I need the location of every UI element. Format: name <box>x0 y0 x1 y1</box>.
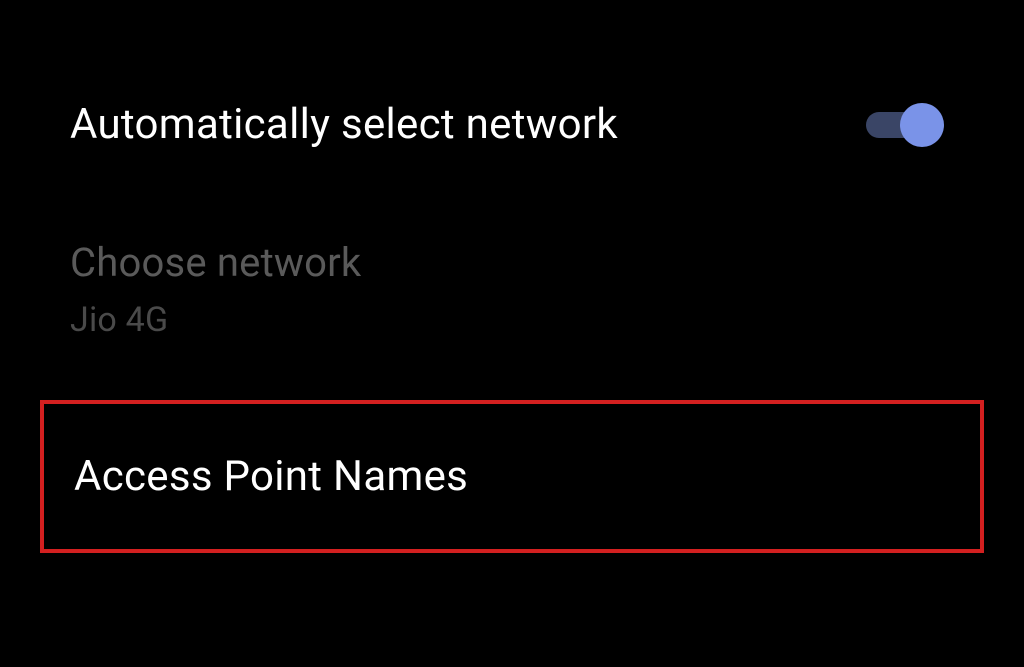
auto-select-network-toggle[interactable] <box>866 105 944 145</box>
network-settings-container: Automatically select network Choose netw… <box>0 0 1024 553</box>
choose-network-label: Choose network <box>70 239 1024 286</box>
access-point-names-row[interactable]: Access Point Names <box>40 400 984 553</box>
auto-select-network-label: Automatically select network <box>70 100 618 149</box>
auto-select-network-row[interactable]: Automatically select network <box>0 0 1024 209</box>
choose-network-value: Jio 4G <box>70 300 1024 340</box>
access-point-names-label: Access Point Names <box>74 452 468 501</box>
choose-network-row: Choose network Jio 4G <box>0 209 1024 360</box>
toggle-thumb <box>900 103 944 147</box>
